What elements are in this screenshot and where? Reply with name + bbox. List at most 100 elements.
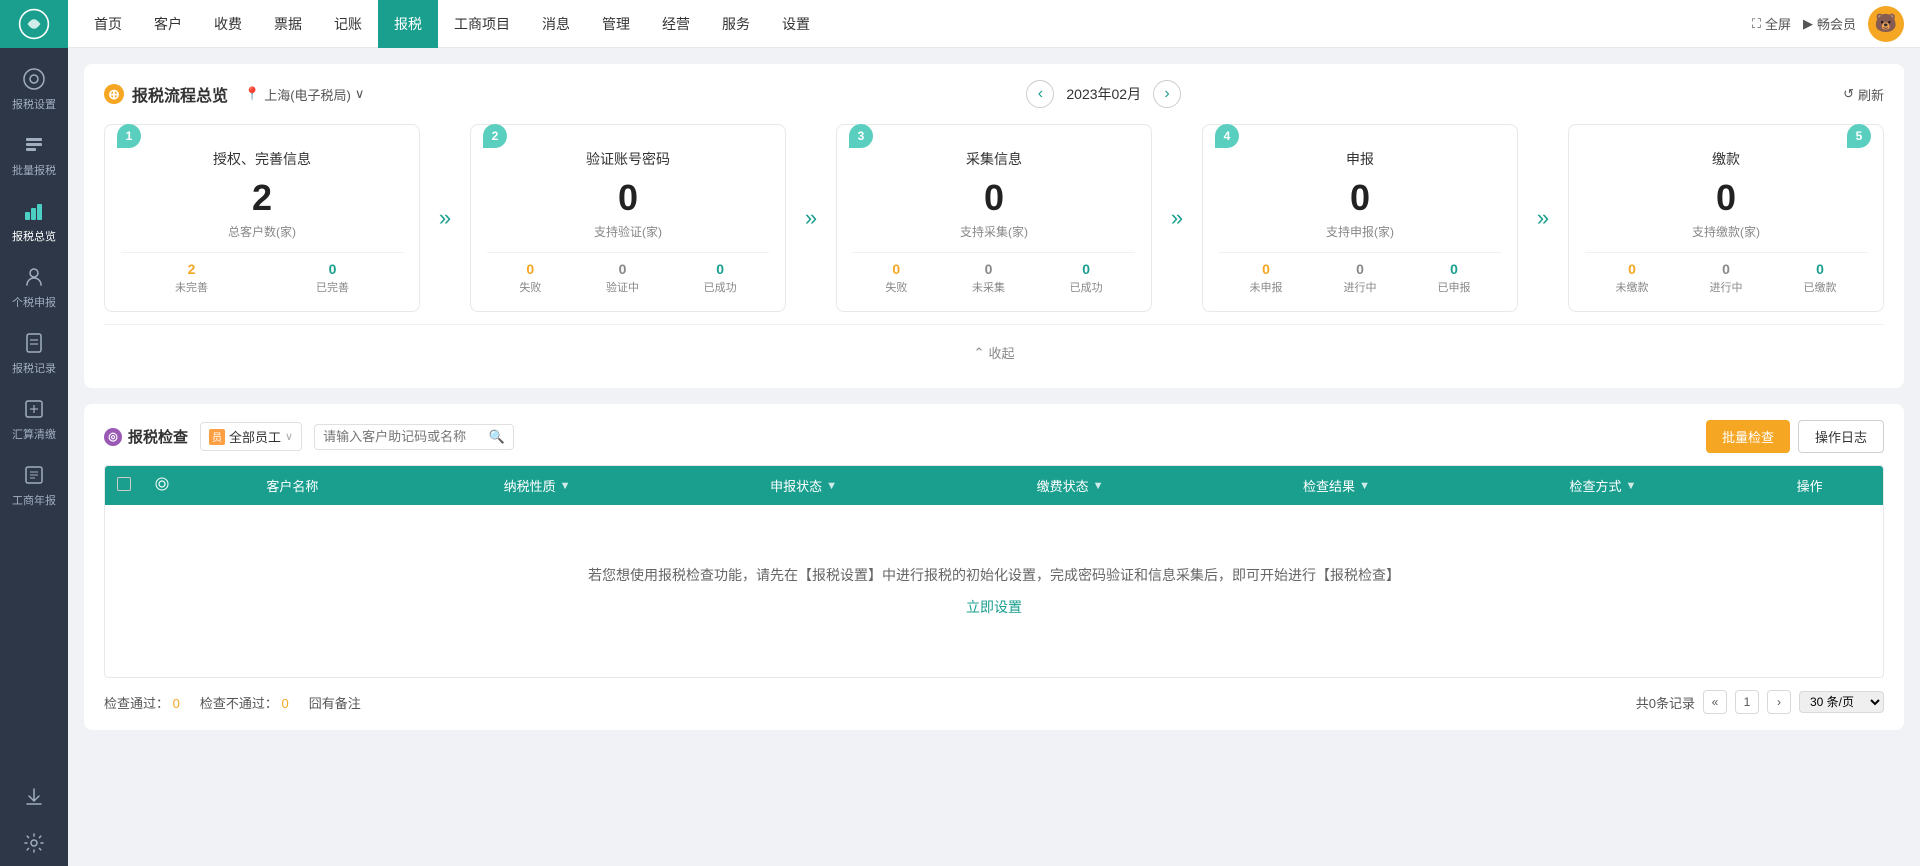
check-title-icon: ◎ [104, 428, 122, 446]
stat-label-5-0: 未缴款 [1616, 279, 1649, 295]
step-title-3: 采集信息 [853, 149, 1135, 169]
stat-3-2: 0 已成功 [1070, 261, 1103, 295]
flow-arrow-2: » [786, 124, 836, 312]
member-btn[interactable]: ▶ 畅会员 [1803, 14, 1856, 33]
stat-5-1: 0 进行中 [1710, 261, 1743, 295]
fullscreen-icon: ⛶ [1752, 16, 1761, 32]
arrow-icon-4: » [1537, 205, 1549, 231]
step-sub-5: 支持缴款(家) [1585, 223, 1867, 240]
th-check-result[interactable]: 检查结果 ▼ [1203, 466, 1469, 505]
search-icon[interactable]: 🔍 [489, 429, 505, 445]
flow-cards: 1 授权、完善信息 2 总客户数(家) 2 未完善 0 已完善 » [104, 124, 1884, 312]
tax-overview-icon [21, 198, 47, 224]
batch-check-btn[interactable]: 批量检查 [1706, 420, 1790, 453]
sidebar-item-tax-overview[interactable]: 报税总览 [0, 188, 68, 254]
nav-message[interactable]: 消息 [526, 0, 586, 48]
th-check-method[interactable]: 检查方式 ▼ [1470, 466, 1736, 505]
step-card-3: 3 采集信息 0 支持采集(家) 0 失败 0 未采集 0 已 [836, 124, 1152, 312]
th-tax-nature[interactable]: 纳税性质 ▼ [404, 466, 670, 505]
stat-4-0: 0 未申报 [1250, 261, 1283, 295]
sidebar-item-individual-tax[interactable]: 个税申报 [0, 254, 68, 320]
flow-arrow-4: » [1518, 124, 1568, 312]
logo[interactable] [0, 0, 68, 48]
sidebar-item-download[interactable] [0, 774, 68, 820]
next-month-btn[interactable]: › [1153, 80, 1181, 108]
fail-num[interactable]: 0 [282, 696, 289, 711]
overview-title: ⊕ 报税流程总览 [104, 82, 228, 106]
check-section: ◎ 报税检查 员 全部员工 ∨ 🔍 批量检查 操作日志 [84, 404, 1904, 730]
sidebar-item-batch-tax[interactable]: 批量报税 [0, 122, 68, 188]
stat-5-0: 0 未缴款 [1616, 261, 1649, 295]
step-sub-3: 支持采集(家) [853, 223, 1135, 240]
table-footer: 检查通过： 0 检查不通过： 0 囧有备注 共0条记录 « 1 › 30 条/页… [104, 678, 1884, 714]
footer-left: 检查通过： 0 检查不通过： 0 囧有备注 [104, 693, 361, 712]
stat-2-2: 0 已成功 [704, 261, 737, 295]
sidebar-item-settlement[interactable]: 汇算清缴 [0, 386, 68, 452]
sidebar-item-settings-bottom[interactable] [0, 820, 68, 866]
tax-settings-icon [21, 66, 47, 92]
settings-col-icon [155, 477, 169, 491]
th-pay-status[interactable]: 缴费状态 ▼ [937, 466, 1203, 505]
overview-section: ⊕ 报税流程总览 📍 上海(电子税局) ∨ ‹ 2023年02月 › ↺ 刷新 [84, 64, 1904, 388]
logo-icon [18, 8, 50, 40]
nav-home[interactable]: 首页 [78, 0, 138, 48]
nav-biz[interactable]: 工商项目 [438, 0, 526, 48]
stat-label-2-2: 已成功 [704, 279, 737, 295]
nav-tax[interactable]: 报税 [378, 0, 438, 48]
operation-log-btn[interactable]: 操作日志 [1798, 420, 1884, 453]
select-all-checkbox[interactable] [117, 477, 131, 491]
fullscreen-btn[interactable]: ⛶ 全屏 [1752, 14, 1791, 33]
employee-dropdown-icon: ∨ [285, 430, 293, 443]
pass-num[interactable]: 0 [173, 696, 180, 711]
employee-icon: 员 [209, 429, 225, 445]
nav-manage[interactable]: 管理 [586, 0, 646, 48]
nav-bookkeeping[interactable]: 记账 [318, 0, 378, 48]
search-input[interactable] [323, 429, 485, 444]
step-num-1: 2 [121, 177, 403, 219]
arrow-icon-1: » [439, 205, 451, 231]
main-content: ⊕ 报税流程总览 📍 上海(电子税局) ∨ ‹ 2023年02月 › ↺ 刷新 [68, 48, 1920, 866]
stat-3-1: 0 未采集 [972, 261, 1005, 295]
month-nav: ‹ 2023年02月 › [1026, 80, 1181, 108]
step-badge-1: 1 [117, 124, 141, 148]
location-tag[interactable]: 📍 上海(电子税局) ∨ [244, 85, 364, 104]
avatar[interactable]: 🐻 [1868, 6, 1904, 42]
nav-settings[interactable]: 设置 [766, 0, 826, 48]
step-title-2: 验证账号密码 [487, 149, 769, 169]
stat-num-4-1: 0 [1356, 261, 1364, 277]
nav-operate[interactable]: 经营 [646, 0, 706, 48]
step-card-5: 5 缴款 0 支持缴款(家) 0 未缴款 0 进行中 0 已缴 [1568, 124, 1884, 312]
prev-month-btn[interactable]: ‹ [1026, 80, 1054, 108]
nav-service[interactable]: 服务 [706, 0, 766, 48]
step-stats-3: 0 失败 0 未采集 0 已成功 [853, 261, 1135, 295]
step-sub-4: 支持申报(家) [1219, 223, 1501, 240]
step-title-5: 缴款 [1585, 149, 1867, 169]
stat-4-2: 0 已申报 [1438, 261, 1471, 295]
setup-link[interactable]: 立即设置 [966, 599, 1022, 615]
step-card-4: 4 申报 0 支持申报(家) 0 未申报 0 进行中 0 已申 [1202, 124, 1518, 312]
nav-client[interactable]: 客户 [138, 0, 198, 48]
employee-select[interactable]: 员 全部员工 ∨ [200, 422, 302, 451]
step-card-1: 1 授权、完善信息 2 总客户数(家) 2 未完善 0 已完善 [104, 124, 420, 312]
sidebar-item-tax-settings[interactable]: 报税设置 [0, 56, 68, 122]
batch-tax-icon [21, 132, 47, 158]
stat-5-2: 0 已缴款 [1804, 261, 1837, 295]
individual-tax-icon [21, 264, 47, 290]
stat-3-0: 0 失败 [885, 261, 907, 295]
th-client-name: 客户名称 [181, 466, 404, 505]
stat-2-0: 0 失败 [519, 261, 541, 295]
next-page-btn[interactable]: › [1767, 690, 1791, 714]
stat-1-1: 0 已完善 [316, 261, 349, 295]
sidebar-item-annual-report[interactable]: 工商年报 [0, 452, 68, 518]
nav-fee[interactable]: 收费 [198, 0, 258, 48]
first-page-btn[interactable]: « [1703, 690, 1727, 714]
refresh-btn[interactable]: ↺ 刷新 [1843, 85, 1884, 104]
th-report-status[interactable]: 申报状态 ▼ [670, 466, 936, 505]
nav-ticket[interactable]: 票据 [258, 0, 318, 48]
note-label: 囧有备注 [309, 693, 361, 712]
footer-right: 共0条记录 « 1 › 30 条/页50 条/页100 条/页 [1636, 690, 1884, 714]
per-page-select[interactable]: 30 条/页50 条/页100 条/页 [1799, 691, 1884, 713]
th-checkbox [105, 466, 143, 505]
collapse-btn[interactable]: ⌃ 收起 [104, 333, 1884, 372]
sidebar-item-tax-record[interactable]: 报税记录 [0, 320, 68, 386]
